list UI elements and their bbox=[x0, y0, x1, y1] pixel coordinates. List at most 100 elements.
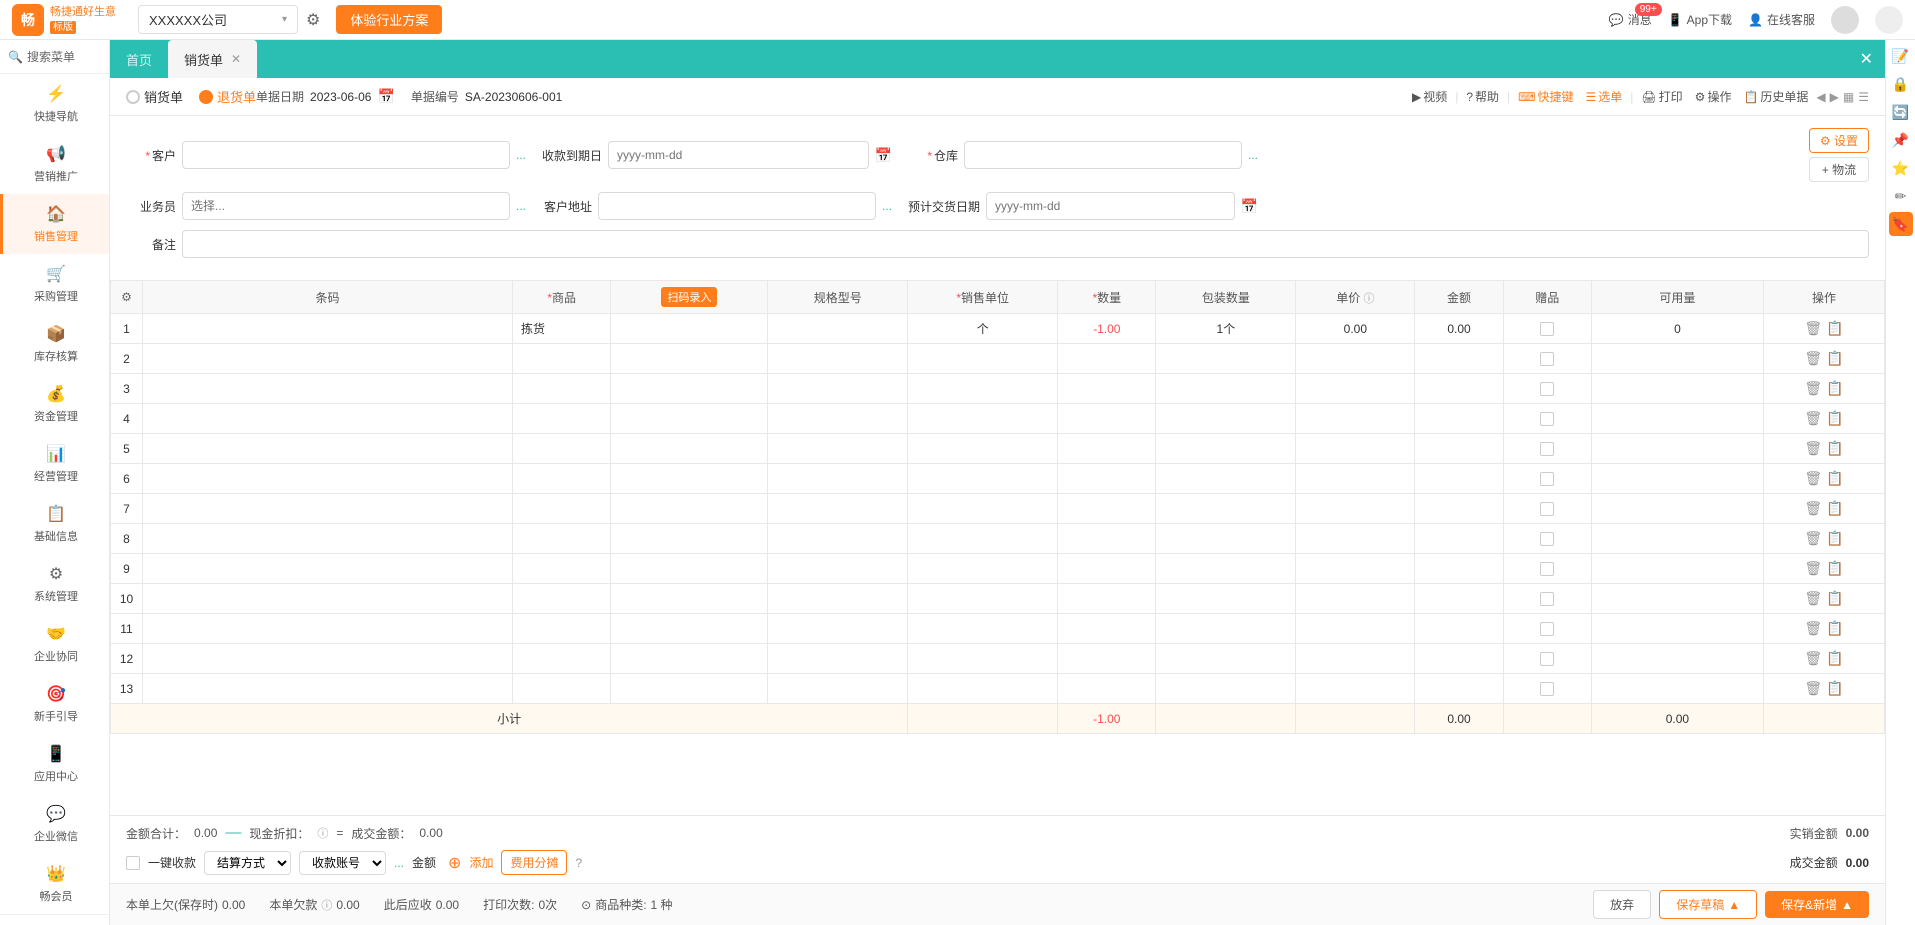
sidebar-item-企业协同[interactable]: 🤝企业协同 bbox=[0, 614, 109, 674]
cell-spec-2[interactable] bbox=[768, 374, 908, 404]
cell-pack-qty-12[interactable] bbox=[1156, 674, 1296, 704]
cell-pack-qty-2[interactable] bbox=[1156, 374, 1296, 404]
cell-price-8[interactable] bbox=[1296, 554, 1415, 584]
cell-gift-9[interactable] bbox=[1503, 584, 1591, 614]
toolbar-select[interactable]: ☰ 选单 bbox=[1582, 86, 1627, 107]
radio-sales-order[interactable]: 销货单 bbox=[126, 87, 183, 106]
toolbar-grid-icon[interactable]: ▦ bbox=[1843, 90, 1854, 104]
expense-split-button[interactable]: 费用分摊 bbox=[501, 850, 567, 875]
cell-barcode-10[interactable] bbox=[143, 614, 513, 644]
cell-product-5[interactable] bbox=[513, 464, 611, 494]
delete-icon-6[interactable]: 🗑 bbox=[1804, 500, 1822, 517]
salesperson-input[interactable] bbox=[182, 192, 510, 220]
cell-amount-1[interactable] bbox=[1415, 344, 1503, 374]
gift-checkbox-1[interactable] bbox=[1540, 352, 1554, 366]
calendar-icon[interactable]: 📅 bbox=[377, 88, 394, 105]
cell-quantity-0[interactable]: -1.00 bbox=[1058, 314, 1156, 344]
cell-product-3[interactable] bbox=[513, 404, 611, 434]
gift-checkbox-7[interactable] bbox=[1540, 532, 1554, 546]
cell-gift-2[interactable] bbox=[1503, 374, 1591, 404]
copy-icon-11[interactable]: 📋 bbox=[1826, 650, 1843, 667]
message-button[interactable]: 💬 消息 99+ bbox=[1609, 11, 1652, 28]
delete-icon-12[interactable]: 🗑 bbox=[1804, 680, 1822, 697]
delete-icon-3[interactable]: 🗑 bbox=[1804, 410, 1822, 427]
cell-price-5[interactable] bbox=[1296, 464, 1415, 494]
toolbar-help[interactable]: ? 帮助 bbox=[1462, 86, 1503, 107]
cell-quantity-2[interactable] bbox=[1058, 374, 1156, 404]
cell-quantity-3[interactable] bbox=[1058, 404, 1156, 434]
cell-pack-qty-5[interactable] bbox=[1156, 464, 1296, 494]
delete-icon-11[interactable]: 🗑 bbox=[1804, 650, 1822, 667]
save-new-button[interactable]: 保存&新增 ▲ bbox=[1765, 891, 1869, 918]
cell-quantity-7[interactable] bbox=[1058, 524, 1156, 554]
cell-amount-9[interactable] bbox=[1415, 584, 1503, 614]
delete-icon-10[interactable]: 🗑 bbox=[1804, 620, 1822, 637]
cell-amount-12[interactable] bbox=[1415, 674, 1503, 704]
cell-unit-4[interactable] bbox=[908, 434, 1058, 464]
gift-checkbox-5[interactable] bbox=[1540, 472, 1554, 486]
delete-icon-7[interactable]: 🗑 bbox=[1804, 530, 1822, 547]
cell-gift-7[interactable] bbox=[1503, 524, 1591, 554]
warehouse-ellipsis-btn[interactable]: ... bbox=[1248, 148, 1258, 162]
right-panel-pin-btn[interactable]: 📌 bbox=[1889, 128, 1913, 152]
cell-unit-3[interactable] bbox=[908, 404, 1058, 434]
cell-gift-0[interactable] bbox=[1503, 314, 1591, 344]
cell-pack-qty-9[interactable] bbox=[1156, 584, 1296, 614]
cell-price-0[interactable]: 0.00 bbox=[1296, 314, 1415, 344]
cell-unit-2[interactable] bbox=[908, 374, 1058, 404]
cell-quantity-10[interactable] bbox=[1058, 614, 1156, 644]
cell-pack-qty-3[interactable] bbox=[1156, 404, 1296, 434]
customer-address-input[interactable] bbox=[598, 192, 876, 220]
sidebar-item-销售管理[interactable]: 🏠销售管理 bbox=[0, 194, 109, 254]
cell-amount-0[interactable]: 0.00 bbox=[1415, 314, 1503, 344]
cell-product-10[interactable] bbox=[513, 614, 611, 644]
cell-unit-8[interactable] bbox=[908, 554, 1058, 584]
gift-checkbox-9[interactable] bbox=[1540, 592, 1554, 606]
toolbar-history[interactable]: 📋 历史单据 bbox=[1739, 86, 1812, 107]
cell-spec-8[interactable] bbox=[768, 554, 908, 584]
sidebar-item-库存核算[interactable]: 📦库存核算 bbox=[0, 314, 109, 374]
cell-quantity-1[interactable] bbox=[1058, 344, 1156, 374]
cell-price-4[interactable] bbox=[1296, 434, 1415, 464]
cell-price-1[interactable] bbox=[1296, 344, 1415, 374]
save-draft-button[interactable]: 保存草稿 ▲ bbox=[1659, 890, 1757, 919]
sidebar-item-新手引导[interactable]: 🎯新手引导 bbox=[0, 674, 109, 734]
gift-checkbox-2[interactable] bbox=[1540, 382, 1554, 396]
cell-product-9[interactable] bbox=[513, 584, 611, 614]
cell-amount-6[interactable] bbox=[1415, 494, 1503, 524]
cell-pack-qty-7[interactable] bbox=[1156, 524, 1296, 554]
cell-pack-qty-6[interactable] bbox=[1156, 494, 1296, 524]
toolbar-print[interactable]: 🖨 打印 bbox=[1637, 86, 1686, 107]
cell-unit-12[interactable] bbox=[908, 674, 1058, 704]
right-panel-edit-btn[interactable]: 📝 bbox=[1889, 44, 1913, 68]
cell-pack-qty-11[interactable] bbox=[1156, 644, 1296, 674]
cell-price-2[interactable] bbox=[1296, 374, 1415, 404]
cell-price-9[interactable] bbox=[1296, 584, 1415, 614]
cell-product-4[interactable] bbox=[513, 434, 611, 464]
cell-product-0[interactable]: 拣货 bbox=[513, 314, 611, 344]
cell-amount-2[interactable] bbox=[1415, 374, 1503, 404]
delete-icon-0[interactable]: 🗑 bbox=[1804, 320, 1822, 337]
salesperson-ellipsis-btn[interactable]: ... bbox=[516, 199, 526, 213]
delete-icon-4[interactable]: 🗑 bbox=[1804, 440, 1822, 457]
add-label[interactable]: 添加 bbox=[469, 854, 493, 871]
address-ellipsis-btn[interactable]: ... bbox=[882, 199, 892, 213]
cell-gift-11[interactable] bbox=[1503, 644, 1591, 674]
online-service-button[interactable]: 👤 在线客服 bbox=[1748, 11, 1815, 28]
cell-gift-8[interactable] bbox=[1503, 554, 1591, 584]
cell-unit-5[interactable] bbox=[908, 464, 1058, 494]
cell-barcode-12[interactable] bbox=[143, 674, 513, 704]
copy-icon-12[interactable]: 📋 bbox=[1826, 680, 1843, 697]
cell-product-2[interactable] bbox=[513, 374, 611, 404]
company-selector[interactable]: XXXXXX公司 ▾ bbox=[138, 5, 298, 34]
gift-checkbox-11[interactable] bbox=[1540, 652, 1554, 666]
cell-spec-7[interactable] bbox=[768, 524, 908, 554]
cell-quantity-11[interactable] bbox=[1058, 644, 1156, 674]
gift-checkbox-0[interactable] bbox=[1540, 322, 1554, 336]
sidebar-item-采购管理[interactable]: 🛒采购管理 bbox=[0, 254, 109, 314]
right-panel-refresh-btn[interactable]: 🔄 bbox=[1889, 100, 1913, 124]
sidebar-item-畅会员[interactable]: 👑畅会员 bbox=[0, 854, 109, 914]
price-info-icon[interactable]: ⓘ bbox=[1364, 293, 1375, 305]
gift-checkbox-10[interactable] bbox=[1540, 622, 1554, 636]
current-balance-info-icon[interactable]: ⓘ bbox=[321, 897, 332, 913]
